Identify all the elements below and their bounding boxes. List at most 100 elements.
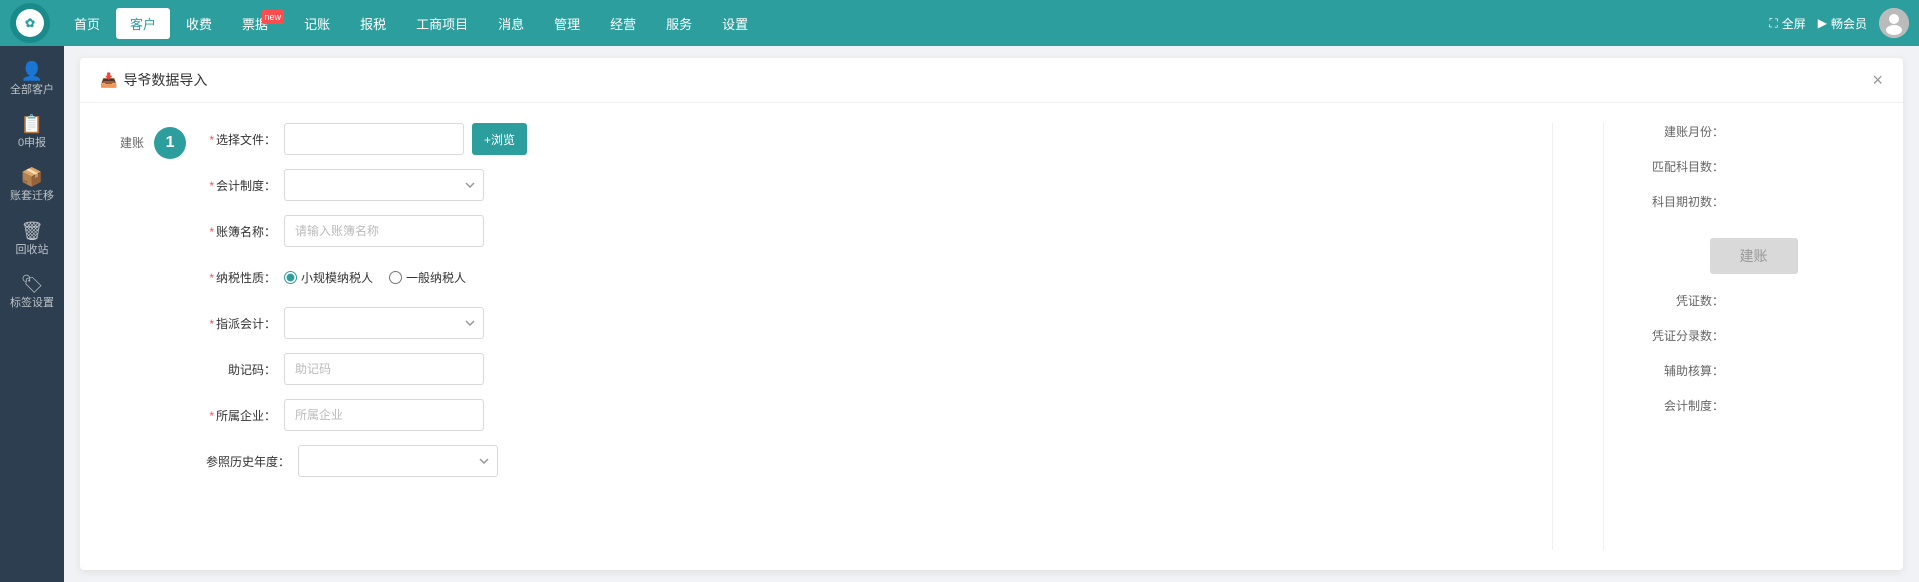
sidebar-item-declaration[interactable]: 📋 0申报: [2, 107, 62, 158]
match-subjects-row: 匹配科目数：: [1644, 158, 1863, 175]
form-step: 建账 1: [120, 123, 186, 550]
fullscreen-btn[interactable]: ⛶ 全屏: [1769, 15, 1805, 32]
nav-items: 首页 客户 收费 票据 new 记账 报税 工商项目 消息 管理 经营 服务 设…: [60, 8, 1769, 39]
tax-general-radio[interactable]: [389, 271, 402, 284]
box-icon: 📦: [21, 168, 43, 186]
nav-item-client[interactable]: 客户: [116, 8, 170, 39]
required-star: *: [209, 133, 214, 147]
vertical-divider: [1552, 123, 1553, 550]
accounting-system-row: *会计制度：: [206, 169, 1532, 201]
history-year-row: 参照历史年度：: [206, 445, 1532, 477]
tax-type-radio-group: 小规模纳税人 一般纳税人: [284, 261, 466, 293]
new-badge: new: [262, 10, 285, 24]
build-month-row: 建账月份：: [1644, 123, 1863, 140]
nav-item-manage[interactable]: 管理: [540, 8, 594, 39]
close-button[interactable]: ×: [1872, 71, 1883, 89]
required-star: *: [209, 225, 214, 239]
video-icon: ▶: [1818, 16, 1827, 30]
import-panel: 📥 导爷数据导入 × 建账 1: [80, 58, 1903, 570]
accounting-system-select[interactable]: [284, 169, 484, 201]
tax-general-label: 一般纳税人: [406, 269, 466, 286]
accountant-label: *指派会计：: [206, 315, 276, 332]
nav-item-operation[interactable]: 经营: [596, 8, 650, 39]
panel-header: 📥 导爷数据导入 ×: [80, 58, 1903, 103]
required-star: *: [209, 271, 214, 285]
voucher-count-row: 凭证数：: [1644, 292, 1863, 309]
nav-right: ⛶ 全屏 ▶ 畅会员: [1769, 8, 1909, 38]
aux-accounting-label: 辅助核算：: [1644, 362, 1724, 379]
ledger-name-input[interactable]: [284, 215, 484, 247]
nav-item-fee[interactable]: 收费: [172, 8, 226, 39]
sidebar-item-migration[interactable]: 📦 账套迁移: [2, 160, 62, 211]
sidebar-item-all-clients[interactable]: 👤 全部客户: [2, 54, 62, 105]
tax-small-scale-label: 小规模纳税人: [301, 269, 373, 286]
voucher-entry-row: 凭证分录数：: [1644, 327, 1863, 344]
period-init-label: 科目期初数：: [1644, 193, 1724, 210]
nav-item-invoice[interactable]: 票据 new: [228, 8, 288, 39]
accounting-system-info-row: 会计制度：: [1644, 397, 1863, 414]
panel-title-text: 导爷数据导入: [123, 70, 207, 90]
tax-small-scale-option[interactable]: 小规模纳税人: [284, 269, 373, 286]
fullscreen-icon: ⛶: [1769, 16, 1777, 31]
tax-type-row: *纳税性质： 小规模纳税人 一般纳税人: [206, 261, 1532, 293]
import-icon: 📥: [100, 72, 117, 89]
panel-title: 📥 导爷数据导入: [100, 70, 207, 90]
layout: 👤 全部客户 📋 0申报 📦 账套迁移 🗑 回收站 🏷 标签设置 📥 导爷: [0, 46, 1919, 582]
app-logo[interactable]: ✿: [10, 3, 50, 43]
sidebar-item-label: 回收站: [16, 244, 49, 257]
sidebar-item-tag-settings[interactable]: 🏷 标签设置: [2, 267, 62, 318]
info-section: 建账月份： 匹配科目数： 科目期初数： 建账 凭证数：: [1603, 123, 1863, 550]
match-subjects-label: 匹配科目数：: [1644, 158, 1724, 175]
browse-button[interactable]: +浏览: [472, 123, 527, 155]
ledger-name-row: *账簿名称：: [206, 215, 1532, 247]
history-year-select[interactable]: [298, 445, 498, 477]
nav-item-bookkeeping[interactable]: 记账: [290, 8, 344, 39]
nav-item-service[interactable]: 服务: [652, 8, 706, 39]
accounting-system-info-label: 会计制度：: [1644, 397, 1724, 414]
panel-body: 建账 1 *选择文件： +浏览: [80, 103, 1903, 570]
logo-icon: ✿: [16, 9, 44, 37]
sidebar-item-label: 账套迁移: [10, 190, 54, 203]
voucher-entry-label: 凭证分录数：: [1644, 327, 1724, 344]
sidebar-item-trash[interactable]: 🗑 回收站: [2, 214, 62, 265]
file-row: *选择文件： +浏览: [206, 123, 1532, 155]
required-star: *: [209, 409, 214, 423]
history-year-label: 参照历史年度：: [206, 453, 290, 470]
company-label: *所属企业：: [206, 407, 276, 424]
memo-row: 助记码：: [206, 353, 1532, 385]
tax-general-option[interactable]: 一般纳税人: [389, 269, 466, 286]
main-content: 📥 导爷数据导入 × 建账 1: [64, 46, 1919, 582]
nav-item-biz[interactable]: 工商项目: [402, 8, 482, 39]
sidebar: 👤 全部客户 📋 0申报 📦 账套迁移 🗑 回收站 🏷 标签设置: [0, 46, 64, 582]
nav-item-home[interactable]: 首页: [60, 8, 114, 39]
company-row: *所属企业：: [206, 399, 1532, 431]
tag-icon: 🏷: [21, 275, 44, 293]
people-icon: 👤: [21, 62, 43, 80]
period-init-row: 科目期初数：: [1644, 193, 1863, 210]
create-account-button[interactable]: 建账: [1710, 238, 1798, 274]
company-input[interactable]: [284, 399, 484, 431]
accountant-select[interactable]: [284, 307, 484, 339]
member-label: 畅会员: [1831, 15, 1867, 32]
step-label: 建账: [120, 127, 144, 159]
top-nav: ✿ 首页 客户 收费 票据 new 记账 报税 工商项目 消息 管理 经营 服务…: [0, 0, 1919, 46]
nav-item-message[interactable]: 消息: [484, 8, 538, 39]
required-star: *: [209, 179, 214, 193]
memo-label: 助记码：: [206, 361, 276, 378]
fullscreen-label: 全屏: [1782, 15, 1806, 32]
build-month-label: 建账月份：: [1644, 123, 1724, 140]
nav-item-tax[interactable]: 报税: [346, 8, 400, 39]
required-star: *: [209, 317, 214, 331]
sidebar-item-label: 标签设置: [10, 297, 54, 310]
memo-input[interactable]: [284, 353, 484, 385]
accountant-row: *指派会计：: [206, 307, 1532, 339]
accounting-system-label: *会计制度：: [206, 177, 276, 194]
avatar[interactable]: [1879, 8, 1909, 38]
nav-item-settings[interactable]: 设置: [708, 8, 762, 39]
member-btn[interactable]: ▶ 畅会员: [1818, 15, 1867, 32]
tax-small-scale-radio[interactable]: [284, 271, 297, 284]
ledger-name-label: *账簿名称：: [206, 223, 276, 240]
trash-icon: 🗑: [21, 222, 44, 240]
sidebar-item-label: 全部客户: [10, 84, 54, 97]
file-input[interactable]: [284, 123, 464, 155]
